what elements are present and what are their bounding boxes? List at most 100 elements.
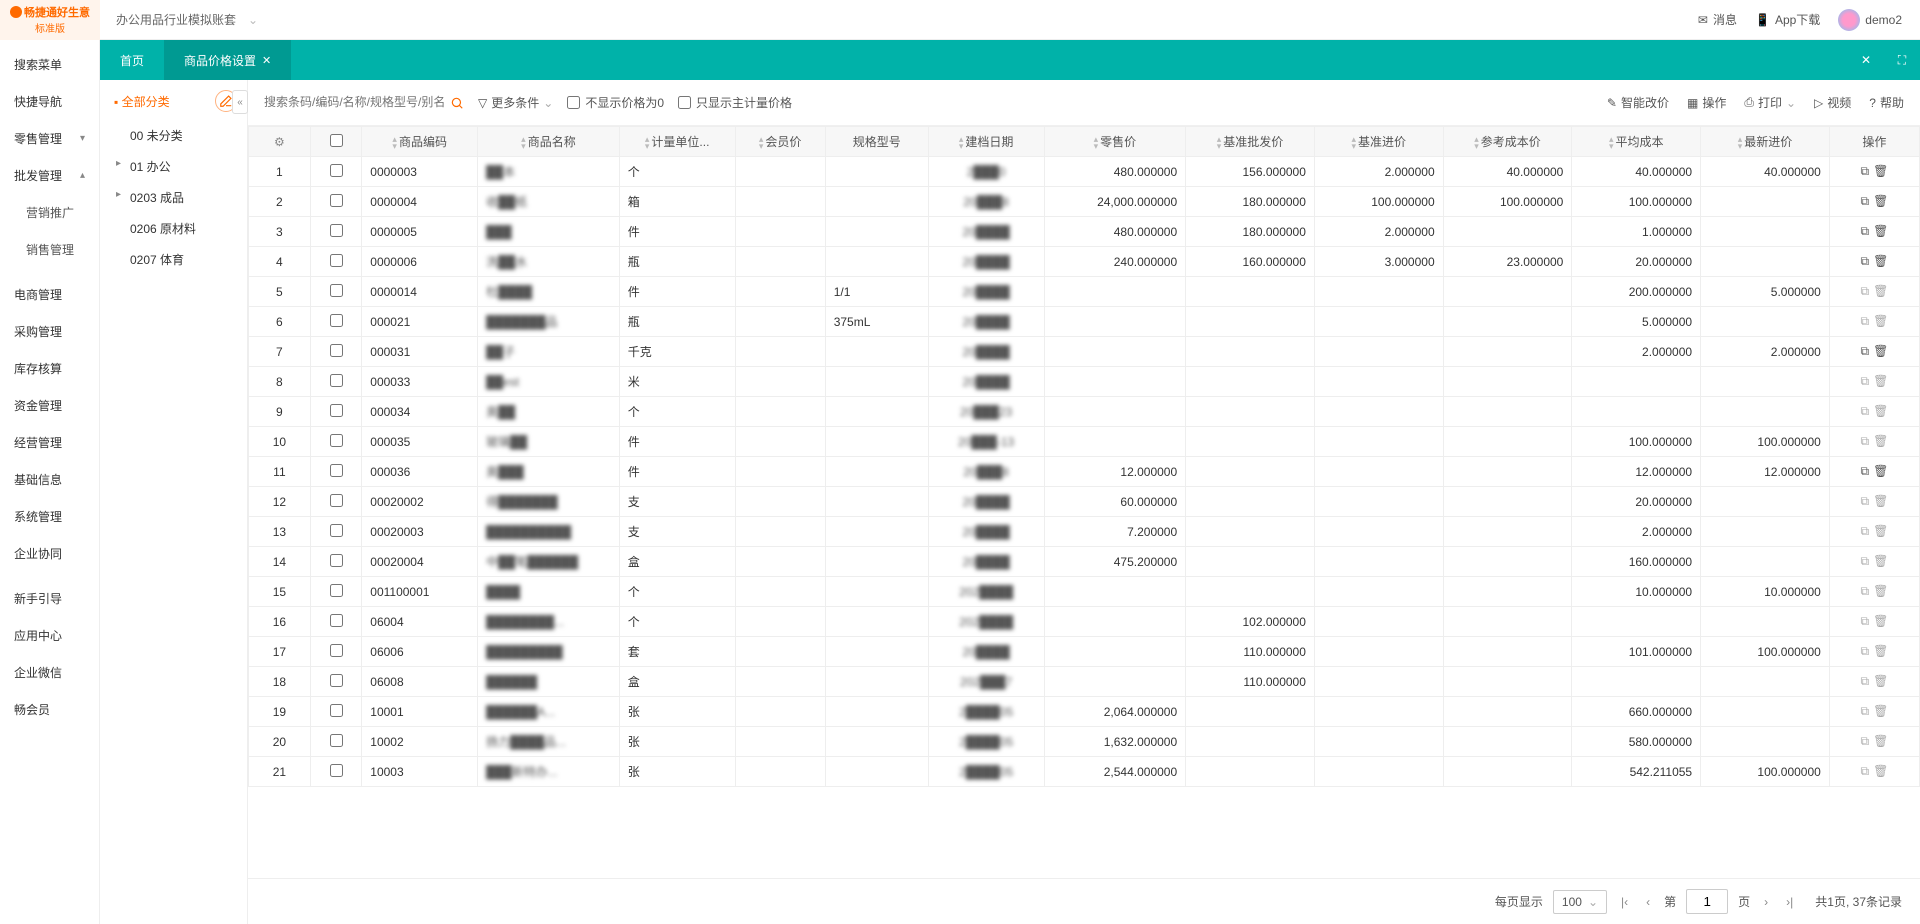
row-checkbox[interactable] (330, 254, 343, 267)
col-name[interactable]: ▴▾商品名称 (478, 127, 620, 157)
col-spec[interactable]: 规格型号 (825, 127, 928, 157)
nav-item[interactable]: 零售管理▾ (0, 120, 99, 157)
col-code[interactable]: ▴▾商品编码 (362, 127, 478, 157)
operations-button[interactable]: ▦操作 (1687, 94, 1726, 111)
user-menu[interactable]: demo2 (1838, 9, 1902, 31)
row-checkbox[interactable] (330, 644, 343, 657)
app-download-link[interactable]: 📱App下载 (1755, 11, 1820, 28)
delete-icon[interactable]: 🗑 (1873, 164, 1888, 178)
nav-item[interactable]: 企业微信 (0, 654, 99, 691)
row-checkbox[interactable] (330, 764, 343, 777)
delete-icon[interactable]: 🗑 (1873, 464, 1888, 478)
table-row[interactable]: 1706006█████████套20████110.000000101.000… (249, 637, 1920, 667)
nav-item[interactable]: 应用中心 (0, 617, 99, 654)
delete-icon[interactable]: 🗑 (1873, 554, 1888, 568)
close-all-tabs-button[interactable]: ✕ (1848, 40, 1884, 80)
copy-icon[interactable]: ⧉ (1861, 674, 1870, 688)
row-checkbox[interactable] (330, 494, 343, 507)
col-member[interactable]: ▴▾会员价 (735, 127, 825, 157)
row-checkbox[interactable] (330, 404, 343, 417)
copy-icon[interactable]: ⧉ (1861, 704, 1870, 718)
table-row[interactable]: 1910001██████A...张2████052,064.000000660… (249, 697, 1920, 727)
delete-icon[interactable]: 🗑 (1873, 284, 1888, 298)
delete-icon[interactable]: 🗑 (1873, 584, 1888, 598)
main-uom-only-checkbox[interactable]: 只显示主计量价格 (678, 94, 792, 111)
table-row[interactable]: 15001100001████个202████10.00000010.00000… (249, 577, 1920, 607)
delete-icon[interactable]: 🗑 (1873, 404, 1888, 418)
tab-home[interactable]: 首页 (100, 40, 164, 80)
table-row[interactable]: 6000021███████品瓶375mL20████5.000000⧉🗑 (249, 307, 1920, 337)
page-input[interactable] (1686, 889, 1728, 914)
nav-item[interactable]: 新手引导 (0, 580, 99, 617)
delete-icon[interactable]: 🗑 (1873, 344, 1888, 358)
table-row[interactable]: 10000003██本个2███0480.000000156.0000002.0… (249, 157, 1920, 187)
table-row[interactable]: 2110003███新特办...张2████052,544.000000542.… (249, 757, 1920, 787)
delete-icon[interactable]: 🗑 (1873, 494, 1888, 508)
copy-icon[interactable]: ⧉ (1861, 734, 1870, 748)
table-row[interactable]: 20000004收██纸箱20███824,000.000000180.0000… (249, 187, 1920, 217)
delete-icon[interactable]: 🗑 (1873, 434, 1888, 448)
category-item[interactable]: 00 未分类 (100, 120, 247, 151)
copy-icon[interactable]: ⧉ (1861, 494, 1870, 508)
row-checkbox[interactable] (330, 554, 343, 567)
delete-icon[interactable]: 🗑 (1873, 614, 1888, 628)
collapse-category-button[interactable]: « (232, 90, 248, 114)
nav-item[interactable]: 批发管理▴ (0, 157, 99, 194)
row-checkbox[interactable] (330, 164, 343, 177)
col-created[interactable]: ▴▾建档日期 (928, 127, 1044, 157)
row-checkbox[interactable] (330, 344, 343, 357)
row-checkbox[interactable] (330, 374, 343, 387)
video-button[interactable]: ▷视频 (1814, 94, 1851, 111)
close-icon[interactable]: ✕ (262, 54, 271, 67)
col-gear[interactable]: ⚙ (249, 127, 311, 157)
nav-item[interactable]: 基础信息 (0, 461, 99, 498)
row-checkbox[interactable] (330, 224, 343, 237)
delete-icon[interactable]: 🗑 (1873, 674, 1888, 688)
copy-icon[interactable]: ⧉ (1861, 524, 1870, 538)
delete-icon[interactable]: 🗑 (1873, 524, 1888, 538)
copy-icon[interactable]: ⧉ (1861, 194, 1870, 208)
col-refcost[interactable]: ▴▾参考成本价 (1443, 127, 1572, 157)
table-row[interactable]: 1606004████████...个202████102.000000⧉🗑 (249, 607, 1920, 637)
category-item[interactable]: ▸0203 成品 (100, 182, 247, 213)
hide-zero-checkbox[interactable]: 不显示价格为0 (567, 94, 664, 111)
copy-icon[interactable]: ⧉ (1861, 554, 1870, 568)
row-checkbox[interactable] (330, 284, 343, 297)
first-page-button[interactable]: |‹ (1617, 895, 1632, 909)
copy-icon[interactable]: ⧉ (1861, 644, 1870, 658)
delete-icon[interactable]: 🗑 (1873, 704, 1888, 718)
table-row[interactable]: 40000006洗██水瓶20████240.000000160.0000003… (249, 247, 1920, 277)
messages-link[interactable]: ✉消息 (1698, 11, 1737, 28)
print-button[interactable]: ⎙打印⌄ (1744, 94, 1796, 111)
copy-icon[interactable]: ⧉ (1861, 254, 1870, 268)
table-row[interactable]: 1200020002得███████支20████60.00000020.000… (249, 487, 1920, 517)
nav-item[interactable]: 营销推广 (0, 194, 99, 231)
copy-icon[interactable]: ⧉ (1861, 584, 1870, 598)
copy-icon[interactable]: ⧉ (1861, 404, 1870, 418)
nav-item[interactable]: 电商管理 (0, 276, 99, 313)
help-button[interactable]: ?帮助 (1869, 94, 1904, 111)
table-row[interactable]: 11000036奥███件20███812.00000012.00000012.… (249, 457, 1920, 487)
copy-icon[interactable]: ⧉ (1861, 464, 1870, 478)
last-page-button[interactable]: ›| (1782, 895, 1797, 909)
more-filters-button[interactable]: ▽更多条件⌄ (478, 94, 553, 111)
table-row[interactable]: 9000034奥██个20███23⧉🗑 (249, 397, 1920, 427)
table-row[interactable]: 50000014杜████件1/120████200.0000005.00000… (249, 277, 1920, 307)
delete-icon[interactable]: 🗑 (1873, 254, 1888, 268)
copy-icon[interactable]: ⧉ (1861, 314, 1870, 328)
nav-item[interactable]: 销售管理 (0, 231, 99, 268)
row-checkbox[interactable] (330, 434, 343, 447)
copy-icon[interactable]: ⧉ (1861, 374, 1870, 388)
nav-item[interactable]: 资金管理 (0, 387, 99, 424)
next-page-button[interactable]: › (1760, 895, 1772, 909)
row-checkbox[interactable] (330, 524, 343, 537)
row-checkbox[interactable] (330, 674, 343, 687)
account-selector[interactable]: 办公用品行业模拟账套 ⌄ (116, 11, 258, 28)
search-icon[interactable] (450, 95, 464, 110)
nav-item[interactable]: 企业协同 (0, 535, 99, 572)
delete-icon[interactable]: 🗑 (1873, 734, 1888, 748)
search-box[interactable] (264, 95, 464, 110)
row-checkbox[interactable] (330, 314, 343, 327)
fullscreen-button[interactable]: ⛶ (1884, 40, 1920, 80)
copy-icon[interactable]: ⧉ (1861, 164, 1870, 178)
